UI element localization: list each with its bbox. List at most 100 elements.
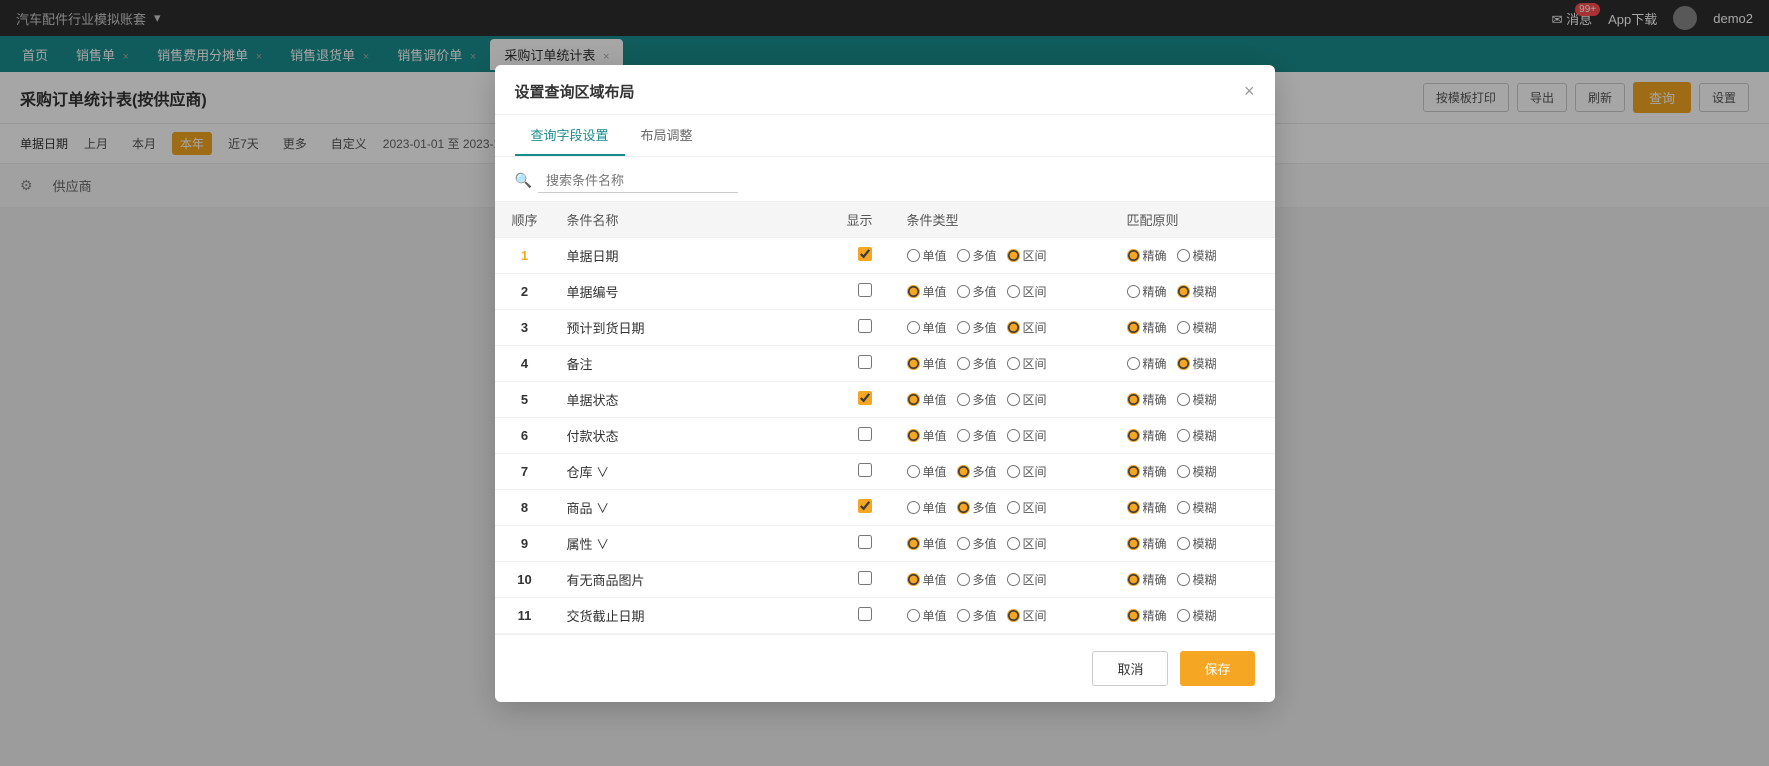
type-radio-label-single[interactable]: 单值 [907,355,947,372]
match-radio-fuzzy[interactable] [1177,429,1190,442]
match-radio-fuzzy[interactable] [1177,573,1190,586]
match-radio-exact[interactable] [1127,285,1140,298]
type-radio-label-single[interactable]: 单值 [907,571,947,588]
type-radio-multi[interactable] [957,537,970,550]
match-radio-label-fuzzy[interactable]: 模糊 [1177,499,1217,516]
type-radio-label-range[interactable]: 区间 [1007,571,1047,588]
display-checkbox[interactable] [858,499,872,513]
type-radio-range[interactable] [1007,393,1020,406]
type-radio-label-single[interactable]: 单值 [907,391,947,408]
match-radio-label-exact[interactable]: 精确 [1127,571,1167,588]
display-checkbox[interactable] [858,319,872,333]
type-radio-multi[interactable] [957,465,970,478]
type-radio-label-single[interactable]: 单值 [907,535,947,552]
type-radio-label-single[interactable]: 单值 [907,283,947,300]
type-radio-label-range[interactable]: 区间 [1007,319,1047,336]
match-radio-label-fuzzy[interactable]: 模糊 [1177,283,1217,300]
type-radio-label-multi[interactable]: 多值 [957,391,997,408]
match-radio-label-fuzzy[interactable]: 模糊 [1177,571,1217,588]
type-radio-range[interactable] [1007,609,1020,622]
type-radio-range[interactable] [1007,465,1020,478]
type-radio-multi[interactable] [957,249,970,262]
match-radio-fuzzy[interactable] [1177,465,1190,478]
type-radio-single[interactable] [907,393,920,406]
match-radio-label-exact[interactable]: 精确 [1127,319,1167,336]
type-radio-single[interactable] [907,537,920,550]
type-radio-range[interactable] [1007,321,1020,334]
type-radio-label-range[interactable]: 区间 [1007,391,1047,408]
type-radio-label-range[interactable]: 区间 [1007,607,1047,624]
type-radio-range[interactable] [1007,285,1020,298]
match-radio-fuzzy[interactable] [1177,357,1190,370]
type-radio-label-multi[interactable]: 多值 [957,607,997,624]
match-radio-label-exact[interactable]: 精确 [1127,607,1167,624]
type-radio-multi[interactable] [957,285,970,298]
type-radio-label-multi[interactable]: 多值 [957,463,997,480]
match-radio-label-fuzzy[interactable]: 模糊 [1177,607,1217,624]
display-checkbox[interactable] [858,427,872,441]
display-checkbox[interactable] [858,283,872,297]
type-radio-single[interactable] [907,501,920,514]
match-radio-label-exact[interactable]: 精确 [1127,499,1167,516]
type-radio-single[interactable] [907,609,920,622]
type-radio-single[interactable] [907,465,920,478]
match-radio-label-fuzzy[interactable]: 模糊 [1177,319,1217,336]
type-radio-range[interactable] [1007,429,1020,442]
type-radio-label-range[interactable]: 区间 [1007,499,1047,516]
type-radio-label-multi[interactable]: 多值 [957,247,997,264]
type-radio-multi[interactable] [957,357,970,370]
type-radio-range[interactable] [1007,537,1020,550]
match-radio-label-exact[interactable]: 精确 [1127,391,1167,408]
match-radio-exact[interactable] [1127,429,1140,442]
match-radio-label-fuzzy[interactable]: 模糊 [1177,535,1217,552]
tab-layout-adjust[interactable]: 布局调整 [625,115,709,156]
type-radio-label-multi[interactable]: 多值 [957,535,997,552]
type-radio-range[interactable] [1007,357,1020,370]
search-input[interactable] [538,169,738,193]
type-radio-label-range[interactable]: 区间 [1007,535,1047,552]
match-radio-exact[interactable] [1127,609,1140,622]
match-radio-exact[interactable] [1127,573,1140,586]
display-checkbox[interactable] [858,247,872,261]
match-radio-label-exact[interactable]: 精确 [1127,355,1167,372]
match-radio-exact[interactable] [1127,357,1140,370]
type-radio-multi[interactable] [957,429,970,442]
match-radio-exact[interactable] [1127,501,1140,514]
display-checkbox[interactable] [858,535,872,549]
match-radio-label-fuzzy[interactable]: 模糊 [1177,463,1217,480]
match-radio-label-fuzzy[interactable]: 模糊 [1177,247,1217,264]
type-radio-label-multi[interactable]: 多值 [957,571,997,588]
match-radio-fuzzy[interactable] [1177,537,1190,550]
type-radio-multi[interactable] [957,501,970,514]
match-radio-fuzzy[interactable] [1177,393,1190,406]
type-radio-single[interactable] [907,285,920,298]
type-radio-range[interactable] [1007,501,1020,514]
type-radio-label-single[interactable]: 单值 [907,247,947,264]
display-checkbox[interactable] [858,355,872,369]
match-radio-exact[interactable] [1127,465,1140,478]
match-radio-fuzzy[interactable] [1177,321,1190,334]
type-radio-label-single[interactable]: 单值 [907,463,947,480]
display-checkbox[interactable] [858,391,872,405]
type-radio-label-range[interactable]: 区间 [1007,283,1047,300]
type-radio-multi[interactable] [957,321,970,334]
match-radio-label-exact[interactable]: 精确 [1127,535,1167,552]
match-radio-label-fuzzy[interactable]: 模糊 [1177,391,1217,408]
match-radio-fuzzy[interactable] [1177,249,1190,262]
type-radio-label-range[interactable]: 区间 [1007,427,1047,444]
type-radio-label-range[interactable]: 区间 [1007,247,1047,264]
type-radio-label-multi[interactable]: 多值 [957,427,997,444]
match-radio-exact[interactable] [1127,537,1140,550]
cancel-button[interactable]: 取消 [1092,651,1168,686]
type-radio-multi[interactable] [957,393,970,406]
match-radio-fuzzy[interactable] [1177,501,1190,514]
type-radio-label-multi[interactable]: 多值 [957,355,997,372]
type-radio-label-single[interactable]: 单值 [907,607,947,624]
type-radio-range[interactable] [1007,249,1020,262]
type-radio-label-single[interactable]: 单值 [907,499,947,516]
type-radio-single[interactable] [907,321,920,334]
match-radio-exact[interactable] [1127,393,1140,406]
tab-query-fields[interactable]: 查询字段设置 [515,115,625,156]
type-radio-label-single[interactable]: 单值 [907,427,947,444]
type-radio-label-multi[interactable]: 多值 [957,499,997,516]
